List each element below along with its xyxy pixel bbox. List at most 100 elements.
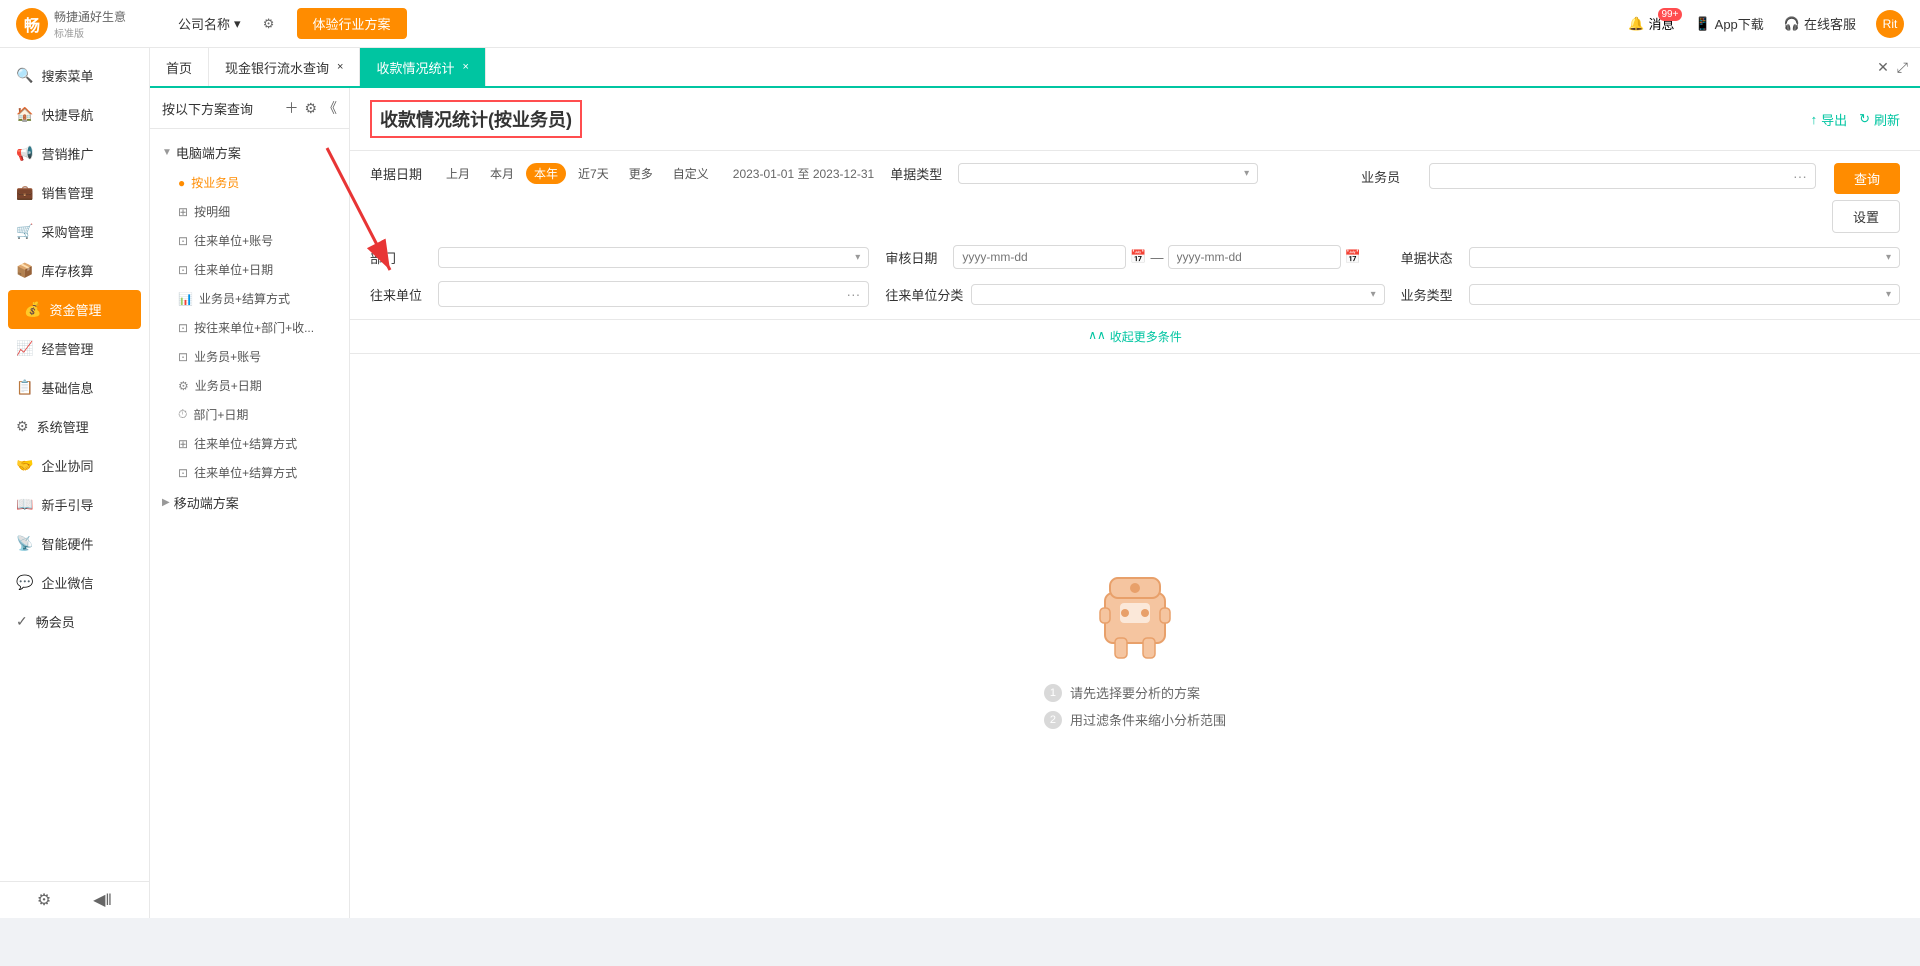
date-tab-this-month[interactable]: 本月 (482, 163, 522, 184)
step-number-2: 2 (1044, 711, 1062, 729)
date-tabs: 上月 本月 本年 近7天 更多 自定义 (438, 163, 717, 184)
sidebar-item-quick-nav[interactable]: 🏠 快捷导航 (0, 95, 149, 134)
biz-type-arrow: ▾ (1886, 289, 1891, 300)
tree-item-by-detail[interactable]: ⊞ 按明细 (150, 197, 349, 226)
collapse-panel-button[interactable]: 《 (323, 98, 337, 118)
date-tab-this-year[interactable]: 本年 (526, 163, 566, 184)
biz-type-dropdown[interactable]: ▾ (1469, 284, 1900, 305)
collapse-bar[interactable]: ∧∧ 收起更多条件 (350, 320, 1920, 354)
step-1-text: 请先选择要分析的方案 (1070, 683, 1200, 702)
tree-expand-arrow: ▼ (162, 147, 172, 158)
tree-mobile-arrow: ▶ (162, 497, 170, 508)
grid-icon: ⊞ (178, 205, 188, 219)
tree-item-dept-date[interactable]: ⏱ 部门+日期 (150, 400, 349, 429)
app-download-button[interactable]: 📱 App下载 (1694, 14, 1763, 33)
date-range-display: 2023-01-01 至 2023-12-31 (733, 165, 874, 182)
add-scheme-button[interactable]: ＋ (284, 98, 298, 118)
review-date-to[interactable] (1168, 245, 1341, 269)
tree-item-by-salesman[interactable]: ● 按业务员 (150, 168, 349, 197)
sidebar-collapse-icon[interactable]: ◀‖ (93, 890, 112, 910)
scheme-settings-button[interactable]: ⚙ (304, 100, 317, 117)
hardware-icon: 📡 (16, 535, 33, 552)
tab-home[interactable]: 首页 (150, 48, 209, 86)
query-button[interactable]: 查询 (1834, 163, 1900, 194)
company-selector[interactable]: 公司名称 ▾ (178, 14, 241, 33)
trial-button[interactable]: 体验行业方案 (297, 8, 407, 39)
tree-item-unit-settle2[interactable]: ⊡ 往来单位+结算方式 (150, 458, 349, 487)
download-icon: 📱 (1694, 16, 1710, 32)
table-icon: ⊡ (178, 234, 188, 248)
page-title-box: 收款情况统计(按业务员) (370, 100, 582, 138)
date-tab-7days[interactable]: 近7天 (570, 163, 617, 184)
tab-window-btns: ✕ ⤢ (1865, 59, 1920, 76)
operations-icon: 📈 (16, 340, 33, 357)
sidebar-item-marketing[interactable]: 📢 营销推广 (0, 134, 149, 173)
date-label: 单据日期 (370, 164, 430, 183)
sidebar-settings-icon[interactable]: ⚙ (37, 890, 51, 910)
counter-party-dropdown[interactable]: ··· (438, 281, 869, 307)
salesman-dots[interactable]: ··· (1793, 168, 1807, 184)
tree-item-unit-date[interactable]: ⊡ 往来单位+日期 (150, 255, 349, 284)
sidebar-item-guide[interactable]: 📖 新手引导 (0, 485, 149, 524)
system-icon: ⚙ (16, 418, 29, 435)
tree-item-unit-account[interactable]: ⊡ 往来单位+账号 (150, 226, 349, 255)
tree-item-salesman-account[interactable]: ⊡ 业务员+账号 (150, 342, 349, 371)
counter-party-category-dropdown[interactable]: ▾ (971, 284, 1384, 305)
tree-item-unit-dept[interactable]: ⊡ 按往来单位+部门+收... (150, 313, 349, 342)
page-header: 收款情况统计(按业务员) ↑ 导出 ↻ 刷新 (350, 88, 1920, 151)
online-service-button[interactable]: 🎧 在线客服 (1784, 14, 1856, 33)
doc-type-dropdown[interactable]: ▾ (958, 163, 1258, 184)
tree-group-mobile[interactable]: ▶ 移动端方案 (150, 487, 349, 518)
page-header-actions: ↑ 导出 ↻ 刷新 (1811, 110, 1900, 129)
counter-party-dots[interactable]: ··· (846, 286, 860, 302)
export-button[interactable]: ↑ 导出 (1811, 110, 1848, 129)
app-layout: 🔍 搜索菜单 🏠 快捷导航 📢 营销推广 💼 销售管理 🛒 采购管理 📦 (0, 48, 1920, 918)
settings2-icon: ⚙ (178, 379, 189, 393)
top-settings-button[interactable]: ⚙ (253, 8, 285, 40)
search-icon: 🔍 (16, 67, 33, 84)
date-tab-custom[interactable]: 自定义 (665, 163, 717, 184)
counter-party-category-label: 往来单位分类 (885, 285, 963, 304)
salesman-label: 业务员 (1361, 167, 1421, 186)
sidebar-item-system[interactable]: ⚙ 系统管理 (0, 407, 149, 446)
sidebar-item-smart-hardware[interactable]: 📡 智能硬件 (0, 524, 149, 563)
dept-dropdown[interactable]: ▾ (438, 247, 869, 268)
tab-bank-flow[interactable]: 现金银行流水查询 × (209, 48, 360, 86)
dept-label: 部门 (370, 248, 430, 267)
sidebar-item-member[interactable]: ✓ 畅会员 (0, 602, 149, 641)
sidebar-item-wechat[interactable]: 💬 企业微信 (0, 563, 149, 602)
tab-close-bank-flow[interactable]: × (337, 61, 343, 73)
sidebar-item-purchase[interactable]: 🛒 采购管理 (0, 212, 149, 251)
user-avatar[interactable]: Rit (1876, 10, 1904, 38)
company-name: 公司名称 (178, 14, 230, 33)
logo-area: 畅 畅捷通好生意 标准版 (16, 8, 166, 40)
headset-icon: 🎧 (1784, 16, 1800, 32)
salesman-dropdown[interactable]: ··· (1429, 163, 1816, 189)
review-date-from[interactable] (953, 245, 1126, 269)
filter-settings-button[interactable]: 设置 (1832, 200, 1900, 233)
sidebar-item-basic-info[interactable]: 📋 基础信息 (0, 368, 149, 407)
sidebar-item-finance[interactable]: 💰 资金管理 (8, 290, 141, 329)
doc-status-dropdown[interactable]: ▾ (1469, 247, 1900, 268)
window-close-btn[interactable]: ✕ (1877, 59, 1889, 76)
sidebar-item-operations[interactable]: 📈 经营管理 (0, 329, 149, 368)
sidebar-item-enterprise[interactable]: 🤝 企业协同 (0, 446, 149, 485)
tab-close-payment-stats[interactable]: × (462, 61, 468, 73)
doc-type-arrow: ▾ (1244, 168, 1249, 179)
app-logo-text: 畅捷通好生意 (54, 8, 126, 25)
date-tab-last-month[interactable]: 上月 (438, 163, 478, 184)
tree-item-unit-settle1[interactable]: ⊞ 往来单位+结算方式 (150, 429, 349, 458)
notification-button[interactable]: 🔔 消息 99+ (1628, 14, 1674, 33)
refresh-button[interactable]: ↻ 刷新 (1859, 110, 1900, 129)
tree-item-salesman-settle[interactable]: 📊 业务员+结算方式 (150, 284, 349, 313)
tree-item-salesman-date[interactable]: ⚙ 业务员+日期 (150, 371, 349, 400)
empty-step-2: 2 用过滤条件来缩小分析范围 (1044, 710, 1226, 729)
sidebar-item-search-menu[interactable]: 🔍 搜索菜单 (0, 56, 149, 95)
date-tab-more[interactable]: 更多 (621, 163, 661, 184)
window-maximize-btn[interactable]: ⤢ (1897, 59, 1908, 76)
sidebar-item-inventory[interactable]: 📦 库存核算 (0, 251, 149, 290)
tab-payment-stats[interactable]: 收款情况统计 × (360, 48, 485, 86)
tree-group-desktop[interactable]: ▼ 电脑端方案 (150, 137, 349, 168)
sidebar-item-sales[interactable]: 💼 销售管理 (0, 173, 149, 212)
tab-bar: 首页 现金银行流水查询 × 收款情况统计 × ✕ ⤢ (150, 48, 1920, 88)
